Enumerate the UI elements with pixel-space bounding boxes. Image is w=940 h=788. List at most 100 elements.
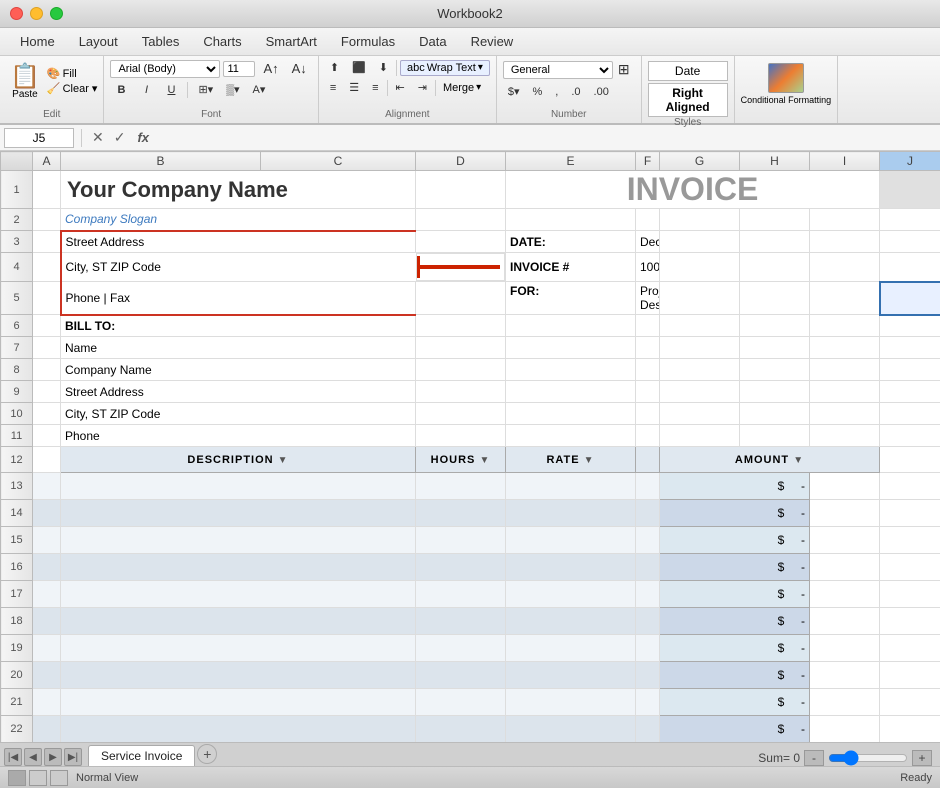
cell-b9[interactable]: Street Address (61, 381, 416, 403)
col-header-h[interactable]: H (740, 152, 810, 171)
cell-e10[interactable] (506, 403, 636, 425)
cell-j21[interactable] (880, 689, 940, 716)
cell-b5[interactable]: Phone | Fax (61, 282, 416, 315)
description-dropdown[interactable]: ▼ (278, 455, 289, 466)
font-decrease-button[interactable]: A↓ (287, 59, 312, 78)
cell-b7[interactable]: Name (61, 337, 416, 359)
cell-j12[interactable] (880, 447, 940, 473)
menu-tables[interactable]: Tables (130, 30, 192, 53)
cell-e16[interactable] (506, 554, 636, 581)
cell-b16[interactable] (61, 554, 416, 581)
cell-j17[interactable] (880, 581, 940, 608)
cell-g9[interactable] (660, 381, 740, 403)
tab-last-button[interactable]: ▶| (64, 748, 82, 766)
rate-dropdown[interactable]: ▼ (584, 455, 595, 466)
cell-f4[interactable]: 100 (636, 253, 660, 282)
col-header-g[interactable]: G (660, 152, 740, 171)
cell-d3[interactable] (416, 231, 506, 253)
maximize-button[interactable] (50, 7, 63, 20)
cell-g14[interactable]: $ - (660, 500, 810, 527)
cell-i8[interactable] (810, 359, 880, 381)
cell-f8[interactable] (636, 359, 660, 381)
cell-g4[interactable] (660, 253, 740, 282)
cell-d18[interactable] (416, 608, 506, 635)
cell-e2[interactable] (506, 209, 636, 231)
cell-d4[interactable] (416, 253, 506, 281)
decrease-indent-button[interactable]: ⇤ (391, 79, 410, 96)
amount-header[interactable]: AMOUNT ▼ (660, 447, 880, 473)
cell-j4[interactable] (880, 253, 940, 282)
cell-d19[interactable] (416, 635, 506, 662)
cell-f17[interactable] (636, 581, 660, 608)
cell-d16[interactable] (416, 554, 506, 581)
cell-e19[interactable] (506, 635, 636, 662)
cell-e8[interactable] (506, 359, 636, 381)
cell-j14[interactable] (880, 500, 940, 527)
cell-b1[interactable]: Your Company Name (61, 171, 416, 209)
cell-a19[interactable] (33, 635, 61, 662)
cell-d13[interactable] (416, 473, 506, 500)
cell-a3[interactable] (33, 231, 61, 253)
row-header-21[interactable]: 21 (1, 689, 33, 716)
align-bottom-button[interactable]: ⬇ (374, 59, 393, 76)
cell-f15[interactable] (636, 527, 660, 554)
cell-j20[interactable] (880, 662, 940, 689)
cell-e18[interactable] (506, 608, 636, 635)
clear-button[interactable]: 🧹 Clear ▾ (47, 82, 98, 95)
border-button[interactable]: ⊞▾ (193, 81, 218, 98)
amount-dropdown[interactable]: ▼ (793, 455, 804, 466)
dollar-button[interactable]: $▾ (503, 83, 525, 100)
cell-g7[interactable] (660, 337, 740, 359)
cell-h4[interactable] (740, 253, 810, 282)
cell-f3[interactable]: December 1, 2020 (636, 231, 660, 253)
cell-a6[interactable] (33, 315, 61, 337)
font-increase-button[interactable]: A↑ (258, 59, 283, 78)
menu-smartart[interactable]: SmartArt (254, 30, 329, 53)
minimize-button[interactable] (30, 7, 43, 20)
row-header-18[interactable]: 18 (1, 608, 33, 635)
col-header-f[interactable]: F (636, 152, 660, 171)
cell-b8[interactable]: Company Name (61, 359, 416, 381)
wrap-text-button[interactable]: abc Wrap Text ▾ (400, 60, 490, 76)
cell-h9[interactable] (740, 381, 810, 403)
close-button[interactable] (10, 7, 23, 20)
cell-b17[interactable] (61, 581, 416, 608)
cell-i10[interactable] (810, 403, 880, 425)
cell-e1[interactable]: INVOICE (506, 171, 880, 209)
cell-i9[interactable] (810, 381, 880, 403)
cell-g16[interactable]: $ - (660, 554, 810, 581)
cell-b11[interactable]: Phone (61, 425, 416, 447)
rate-header[interactable]: RATE ▼ (506, 447, 636, 473)
date-style-button[interactable]: Date (648, 61, 728, 81)
col-header-d[interactable]: D (416, 152, 506, 171)
tab-first-button[interactable]: |◀ (4, 748, 22, 766)
page-layout-button[interactable] (29, 770, 47, 786)
hours-header[interactable]: HOURS ▼ (416, 447, 506, 473)
row-header-7[interactable]: 7 (1, 337, 33, 359)
cell-a20[interactable] (33, 662, 61, 689)
cell-g17[interactable]: $ - (660, 581, 810, 608)
row-header-3[interactable]: 3 (1, 231, 33, 253)
cell-d6[interactable] (416, 315, 506, 337)
cell-i6[interactable] (810, 315, 880, 337)
fill-button[interactable]: 🎨 Fill (47, 67, 98, 80)
cell-f14[interactable] (636, 500, 660, 527)
cell-f5[interactable]: Project or Service Description (636, 282, 660, 315)
comma-button[interactable]: , (550, 84, 563, 100)
highlight-button[interactable]: ▒▾ (221, 81, 244, 98)
page-break-button[interactable] (50, 770, 68, 786)
cell-f9[interactable] (636, 381, 660, 403)
cell-g13[interactable]: $ - (660, 473, 810, 500)
cell-i7[interactable] (810, 337, 880, 359)
cell-e15[interactable] (506, 527, 636, 554)
zoom-slider[interactable] (828, 750, 908, 766)
row-header-14[interactable]: 14 (1, 500, 33, 527)
cell-b3[interactable]: Street Address (61, 231, 416, 253)
cell-reference-box[interactable]: J5 (4, 128, 74, 148)
cell-g8[interactable] (660, 359, 740, 381)
row-header-1[interactable]: 1 (1, 171, 33, 209)
col-header-i[interactable]: I (810, 152, 880, 171)
cell-g6[interactable] (660, 315, 740, 337)
cell-a17[interactable] (33, 581, 61, 608)
cell-i5[interactable] (810, 282, 880, 315)
